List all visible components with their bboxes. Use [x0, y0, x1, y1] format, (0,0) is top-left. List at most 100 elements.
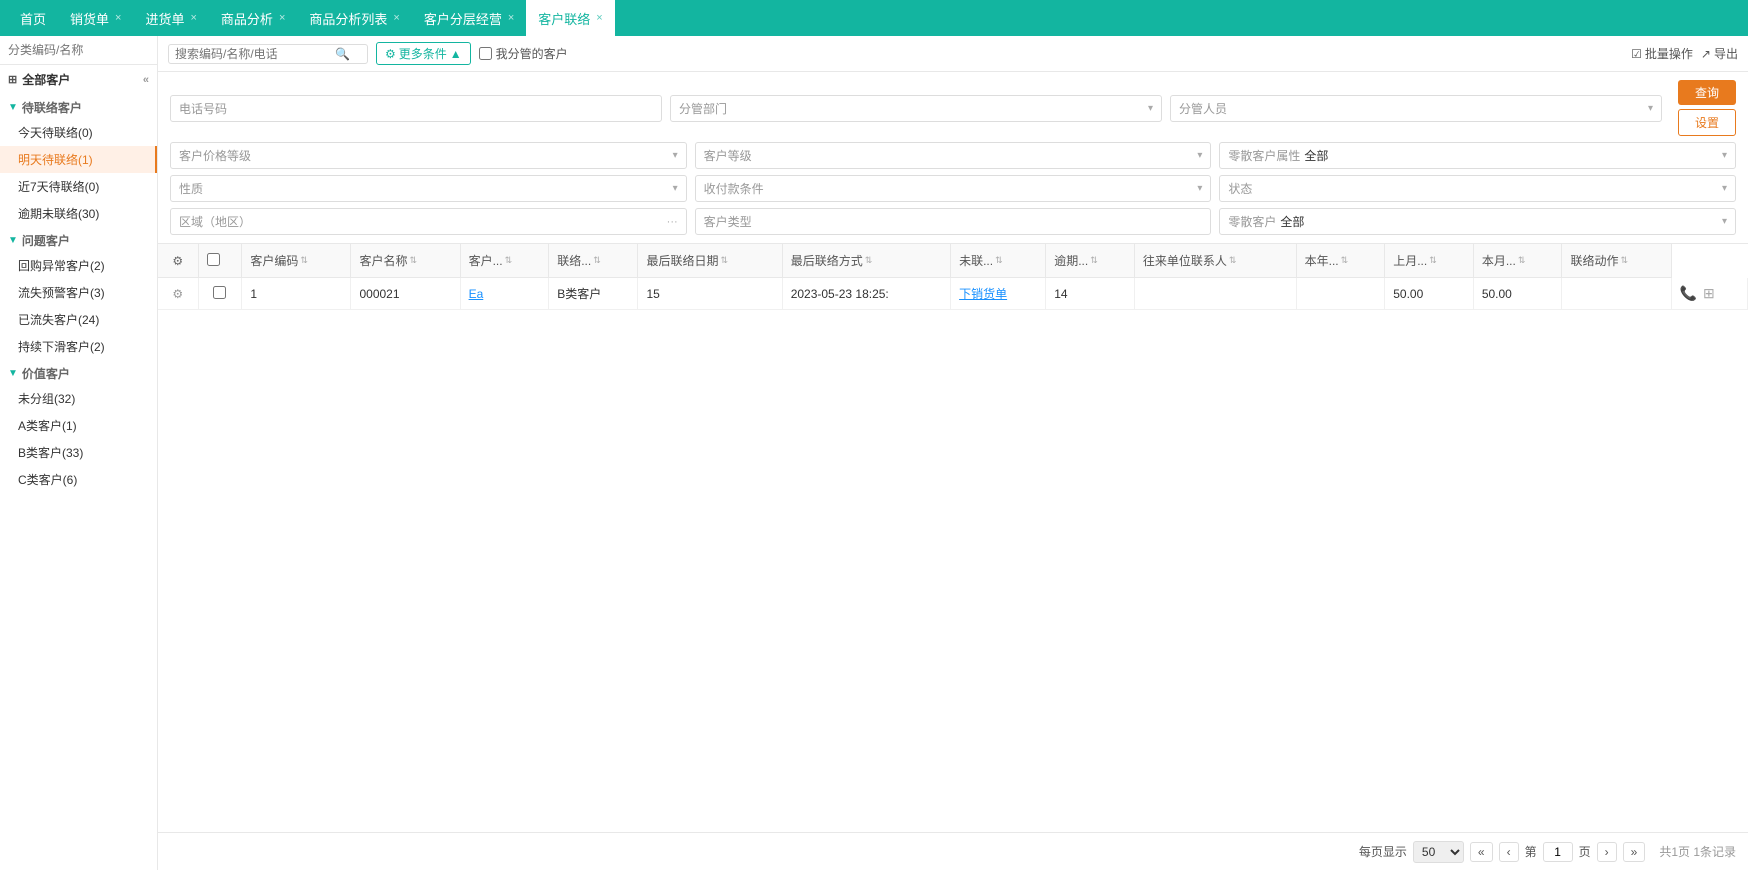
- more-icon[interactable]: ···: [667, 216, 678, 228]
- sidebar-group-title[interactable]: ▼价值客户: [0, 360, 157, 385]
- nav-item[interactable]: 销货单×: [58, 0, 133, 36]
- col-sort[interactable]: 最后联络日期 ⇅: [646, 252, 728, 269]
- page-input[interactable]: [1543, 842, 1573, 862]
- chevron-down-icon[interactable]: ▾: [1722, 216, 1727, 227]
- close-icon[interactable]: ×: [508, 12, 514, 24]
- col-sort[interactable]: 往来单位联系人 ⇅: [1143, 252, 1237, 269]
- prev-page-btn[interactable]: ‹: [1499, 842, 1519, 862]
- th-overdue[interactable]: 逾期... ⇅: [1046, 244, 1135, 278]
- phone-icon[interactable]: 📞: [1680, 285, 1697, 302]
- sidebar-item[interactable]: 逾期未联络(30): [0, 200, 157, 227]
- sidebar-group-title[interactable]: ▼待联络客户: [0, 94, 157, 119]
- th-last_method[interactable]: 最后联络方式 ⇅: [782, 244, 950, 278]
- nav-item[interactable]: 商品分析列表×: [297, 0, 411, 36]
- td-gear[interactable]: ⚙: [158, 278, 198, 310]
- close-icon[interactable]: ×: [596, 12, 602, 24]
- chevron-down-icon[interactable]: ▾: [1722, 183, 1727, 194]
- batch-op-btn[interactable]: ☑ 批量操作: [1631, 45, 1693, 62]
- filter-field[interactable]: 客户类型: [695, 208, 1212, 235]
- filter-field[interactable]: 分管人员▾: [1170, 95, 1662, 122]
- chevron-down-icon[interactable]: ▾: [1722, 150, 1727, 161]
- filter-field[interactable]: 分管部门▾: [670, 95, 1162, 122]
- chevron-down-icon[interactable]: ▾: [1648, 103, 1653, 114]
- query-button[interactable]: 查询: [1678, 80, 1736, 105]
- filter-field[interactable]: 收付款条件▾: [695, 175, 1212, 202]
- row-checkbox[interactable]: [213, 286, 226, 299]
- sidebar-item[interactable]: 近7天待联络(0): [0, 173, 157, 200]
- close-icon[interactable]: ×: [190, 12, 196, 24]
- close-icon[interactable]: ×: [393, 12, 399, 24]
- sidebar-item[interactable]: B类客户(33): [0, 439, 157, 466]
- th-type[interactable]: 客户... ⇅: [460, 244, 549, 278]
- nav-item[interactable]: 商品分析×: [209, 0, 297, 36]
- chevron-down-icon[interactable]: ▾: [1197, 183, 1202, 194]
- my-customers-wrap[interactable]: 我分管的客户: [479, 45, 568, 62]
- th-partner[interactable]: 往来单位联系人 ⇅: [1134, 244, 1296, 278]
- close-icon[interactable]: ×: [279, 12, 285, 24]
- col-sort[interactable]: 上月... ⇅: [1393, 252, 1437, 269]
- filter-field[interactable]: 零散客户全部▾: [1219, 208, 1736, 235]
- filter-field[interactable]: 零散客户属性全部▾: [1219, 142, 1736, 169]
- th-name[interactable]: 客户名称 ⇅: [351, 244, 460, 278]
- col-sort[interactable]: 客户... ⇅: [469, 252, 513, 269]
- th-last_month[interactable]: 上月... ⇅: [1385, 244, 1474, 278]
- th-this_month[interactable]: 本月... ⇅: [1473, 244, 1562, 278]
- search-input[interactable]: [175, 47, 335, 61]
- select-all-checkbox[interactable]: [207, 253, 220, 266]
- nav-item[interactable]: 进货单×: [133, 0, 208, 36]
- sidebar-item[interactable]: C类客户(6): [0, 466, 157, 493]
- filter-field[interactable]: 区域（地区）···: [170, 208, 687, 235]
- last-page-btn[interactable]: »: [1623, 842, 1646, 862]
- th-checkbox[interactable]: [198, 244, 242, 278]
- first-page-btn[interactable]: «: [1470, 842, 1493, 862]
- col-sort[interactable]: 客户编码 ⇅: [250, 252, 308, 269]
- th-un_contact[interactable]: 未联... ⇅: [951, 244, 1046, 278]
- chevron-down-icon[interactable]: ▾: [1148, 103, 1153, 114]
- sidebar-item[interactable]: 未分组(32): [0, 385, 157, 412]
- col-sort[interactable]: 本年... ⇅: [1305, 252, 1349, 269]
- nav-item[interactable]: 客户联络×: [526, 0, 614, 36]
- gear-icon[interactable]: ⚙: [172, 254, 183, 268]
- per-page-select[interactable]: 50 100 200: [1413, 841, 1464, 863]
- th-contact[interactable]: 联络... ⇅: [549, 244, 638, 278]
- filter-field[interactable]: 客户等级▾: [695, 142, 1212, 169]
- close-icon[interactable]: ×: [115, 12, 121, 24]
- sidebar-item[interactable]: A类客户(1): [0, 412, 157, 439]
- col-sort[interactable]: 客户名称 ⇅: [359, 252, 417, 269]
- th-code[interactable]: 客户编码 ⇅: [242, 244, 351, 278]
- filter-field-input[interactable]: [756, 215, 1203, 229]
- th-gear[interactable]: ⚙: [158, 244, 198, 278]
- sidebar-item[interactable]: 流失预警客户(3): [0, 279, 157, 306]
- row-gear-icon[interactable]: ⚙: [172, 287, 183, 301]
- col-sort[interactable]: 最后联络方式 ⇅: [791, 252, 873, 269]
- col-sort[interactable]: 联络动作 ⇅: [1570, 252, 1628, 269]
- sidebar-item[interactable]: 今天待联络(0): [0, 119, 157, 146]
- col-sort[interactable]: 本月... ⇅: [1482, 252, 1526, 269]
- th-last_date[interactable]: 最后联络日期 ⇅: [638, 244, 782, 278]
- filter-field[interactable]: 电话号码: [170, 95, 662, 122]
- filter-more-btn[interactable]: ⚙ 更多条件 ▲: [376, 42, 471, 65]
- th-this_year[interactable]: 本年... ⇅: [1296, 244, 1385, 278]
- filter-field-input[interactable]: [231, 101, 653, 115]
- sidebar-group-title[interactable]: ▼问题客户: [0, 227, 157, 252]
- set-button[interactable]: 设置: [1678, 109, 1736, 136]
- sidebar-item[interactable]: 持续下滑客户(2): [0, 333, 157, 360]
- collapse-icon[interactable]: «: [143, 74, 149, 86]
- nav-item[interactable]: 客户分层经营×: [412, 0, 526, 36]
- filter-field[interactable]: 状态▾: [1219, 175, 1736, 202]
- export-btn[interactable]: ↗ 导出: [1701, 45, 1738, 62]
- sidebar-search-input[interactable]: [8, 43, 158, 57]
- chevron-down-icon[interactable]: ▾: [673, 150, 678, 161]
- sidebar-item[interactable]: 已流失客户(24): [0, 306, 157, 333]
- col-sort[interactable]: 未联... ⇅: [959, 252, 1003, 269]
- qr-icon[interactable]: ⊞: [1703, 285, 1715, 302]
- nav-item[interactable]: 首页: [8, 0, 58, 36]
- chevron-down-icon[interactable]: ▾: [1197, 150, 1202, 161]
- sidebar-item[interactable]: 回购异常客户(2): [0, 252, 157, 279]
- th-action[interactable]: 联络动作 ⇅: [1562, 244, 1671, 278]
- next-page-btn[interactable]: ›: [1597, 842, 1617, 862]
- my-customers-checkbox[interactable]: [479, 47, 492, 60]
- td-last_method[interactable]: 下销货单: [951, 278, 1046, 310]
- filter-field[interactable]: 客户价格等级▾: [170, 142, 687, 169]
- sidebar-all[interactable]: ⊞全部客户«: [0, 65, 157, 94]
